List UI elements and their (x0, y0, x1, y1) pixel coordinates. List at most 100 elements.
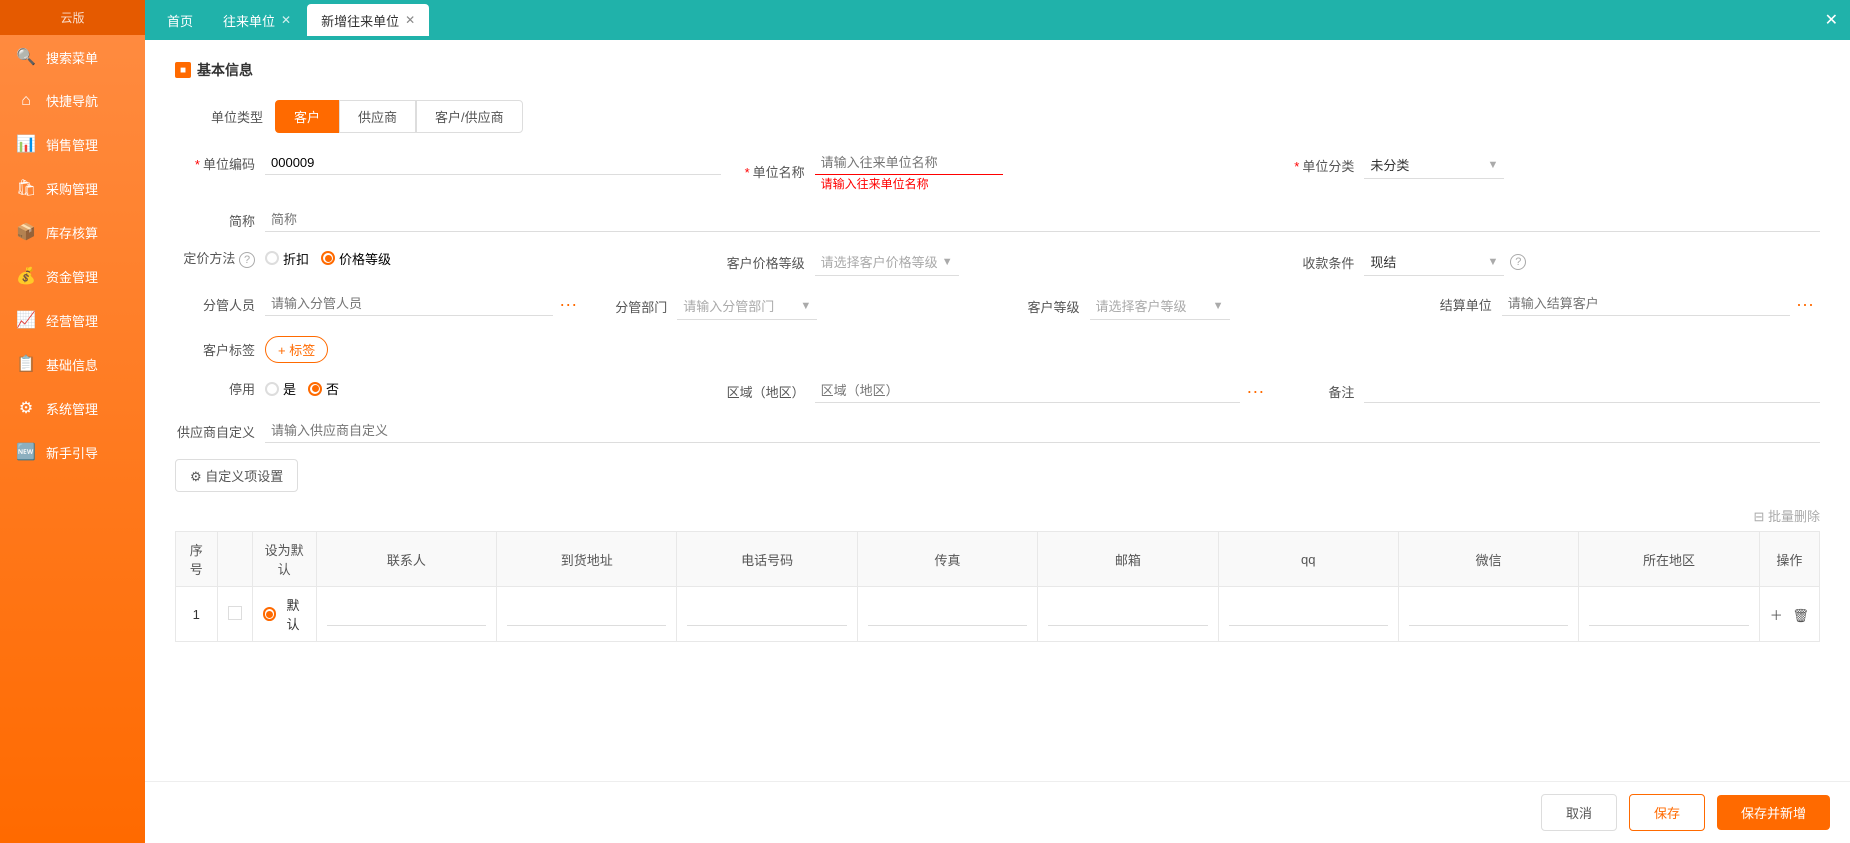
field-payment-terms: 收款条件 现结 ▼ ? (1274, 248, 1820, 276)
sidebar-item-search[interactable]: 🔍 搜索菜单 (0, 35, 145, 79)
customer-price-level-select[interactable]: 请选择客户价格等级 ▼ (815, 248, 959, 276)
tab-home[interactable]: 首页 (153, 4, 207, 36)
remark-input[interactable] (1364, 379, 1820, 403)
sidebar-item-operation[interactable]: 📈 经营管理 (0, 298, 145, 342)
col-check (217, 532, 252, 587)
field-remark: 备注 (1274, 379, 1820, 403)
payment-help-icon[interactable]: ? (1510, 254, 1526, 270)
manager-label: 分管人员 (175, 295, 265, 314)
cell-wechat[interactable] (1398, 587, 1578, 642)
radio-yes[interactable]: 是 (265, 379, 296, 398)
radio-price-level[interactable]: 价格等级 (321, 249, 391, 268)
field-unit-category: *单位分类 未分类 ▼ (1274, 151, 1820, 179)
sidebar-item-label: 搜索菜单 (46, 48, 98, 67)
customer-tags-label: 客户标签 (175, 340, 265, 359)
default-radio[interactable]: 默认 (263, 595, 306, 633)
short-name-input[interactable] (265, 208, 1820, 232)
cell-fax[interactable] (857, 587, 1037, 642)
add-row-button[interactable]: ＋ (1770, 608, 1783, 623)
field-manager: 分管人员 ··· (175, 292, 583, 316)
customer-level-select[interactable]: 请选择客户等级 ▼ (1090, 292, 1230, 320)
chevron-down-icon3: ▼ (1487, 256, 1498, 268)
payment-terms-select[interactable]: 现结 ▼ (1364, 248, 1504, 276)
contact-input[interactable] (327, 602, 486, 626)
field-unit-name: *单位名称 请输入往来单位名称 (725, 151, 1271, 192)
unit-type-customer[interactable]: 客户 (275, 100, 339, 133)
field-customer-tags: 客户标签 + 标签 (175, 336, 1820, 363)
settlement-more-button[interactable]: ··· (1790, 295, 1820, 313)
delete-row-button[interactable]: 🗑 (1792, 608, 1809, 623)
cell-phone[interactable] (677, 587, 857, 642)
col-fax: 传真 (857, 532, 1037, 587)
col-region: 所在地区 (1579, 532, 1759, 587)
qq-input[interactable] (1229, 602, 1388, 626)
radio-price-level-label: 价格等级 (339, 249, 391, 268)
sidebar-item-label: 系统管理 (46, 399, 98, 418)
tab-new-partner-close[interactable]: ✕ (405, 13, 415, 27)
add-tag-button[interactable]: + 标签 (265, 336, 328, 363)
field-pricing-method: 定价方法 ? 折扣 价格等级 (175, 248, 721, 268)
customer-price-level-placeholder: 请选择客户价格等级 (821, 252, 938, 271)
row-checkbox[interactable] (228, 606, 242, 620)
cell-email[interactable] (1038, 587, 1218, 642)
field-department: 分管部门 请输入分管部门 ▼ (587, 292, 995, 320)
settlement-unit-input[interactable] (1502, 292, 1790, 316)
search-icon: 🔍 (16, 47, 36, 67)
tab-home-label: 首页 (167, 11, 193, 30)
radio-discount[interactable]: 折扣 (265, 249, 309, 268)
sidebar-item-guide[interactable]: 🆕 新手引导 (0, 430, 145, 474)
custom-settings-button[interactable]: ⚙ 自定义项设置 (175, 459, 298, 492)
phone-input[interactable] (687, 602, 846, 626)
sidebar-item-quicknav[interactable]: ⌂ 快捷导航 (0, 79, 145, 122)
guide-icon: 🆕 (16, 442, 36, 462)
cell-qq[interactable] (1218, 587, 1398, 642)
tab-new-partner[interactable]: 新增往来单位 ✕ (307, 4, 429, 36)
radio-yes-circle (265, 382, 279, 396)
radio-no[interactable]: 否 (308, 379, 339, 398)
department-select[interactable]: 请输入分管部门 ▼ (677, 292, 817, 320)
sidebar-item-system[interactable]: ⚙ 系统管理 (0, 386, 145, 430)
cell-region[interactable] (1579, 587, 1759, 642)
sidebar-item-purchase[interactable]: 🛍 采购管理 (0, 166, 145, 210)
wechat-input[interactable] (1409, 602, 1568, 626)
save-button[interactable]: 保存 (1629, 794, 1705, 831)
batch-delete-button[interactable]: ⊟ 批量删除 (175, 506, 1820, 525)
unit-code-input[interactable] (265, 151, 721, 175)
sidebar-item-sales[interactable]: 📊 销售管理 (0, 122, 145, 166)
sidebar-item-basic[interactable]: 📋 基础信息 (0, 342, 145, 386)
tab-partners-close[interactable]: ✕ (281, 13, 291, 27)
cell-contact[interactable] (316, 587, 496, 642)
sidebar-item-finance[interactable]: 💰 资金管理 (0, 254, 145, 298)
fax-input[interactable] (868, 602, 1027, 626)
sidebar-item-inventory[interactable]: 📦 库存核算 (0, 210, 145, 254)
save-and-new-button[interactable]: 保存并新增 (1717, 795, 1830, 830)
unit-name-input[interactable] (815, 151, 1003, 175)
unit-type-supplier[interactable]: 供应商 (339, 100, 416, 133)
supplier-custom-input[interactable] (265, 419, 1820, 443)
tab-partners[interactable]: 往来单位 ✕ (209, 4, 305, 36)
sidebar-item-label: 资金管理 (46, 267, 98, 286)
close-all-button[interactable]: ✕ (1825, 10, 1838, 30)
section-icon: ■ (175, 62, 191, 78)
region-table-input[interactable] (1589, 602, 1748, 626)
cell-default: 默认 (252, 587, 316, 642)
address-input[interactable] (507, 602, 666, 626)
table-header-row: 序号 设为默认 联系人 到货地址 电话号码 传真 邮箱 qq 微信 所在地区 操… (176, 532, 1820, 587)
manager-more-button[interactable]: ··· (553, 295, 583, 313)
unit-type-both[interactable]: 客户/供应商 (416, 100, 523, 133)
unit-category-select[interactable]: 未分类 ▼ (1364, 151, 1504, 179)
pricing-help-icon[interactable]: ? (239, 252, 255, 268)
home-icon: ⌂ (16, 92, 36, 110)
form-row-5: 客户标签 + 标签 (175, 336, 1820, 363)
cell-check[interactable] (217, 587, 252, 642)
region-input[interactable] (815, 379, 1241, 403)
cell-address[interactable] (497, 587, 677, 642)
cancel-button[interactable]: 取消 (1541, 794, 1617, 831)
region-more-button[interactable]: ··· (1240, 382, 1270, 400)
email-input[interactable] (1048, 602, 1207, 626)
shopping-icon: 🛍 (16, 178, 36, 198)
manager-input[interactable] (265, 292, 553, 316)
col-qq: qq (1218, 532, 1398, 587)
unit-type-label: 单位类型 (175, 107, 275, 126)
col-action: 操作 (1759, 532, 1819, 587)
